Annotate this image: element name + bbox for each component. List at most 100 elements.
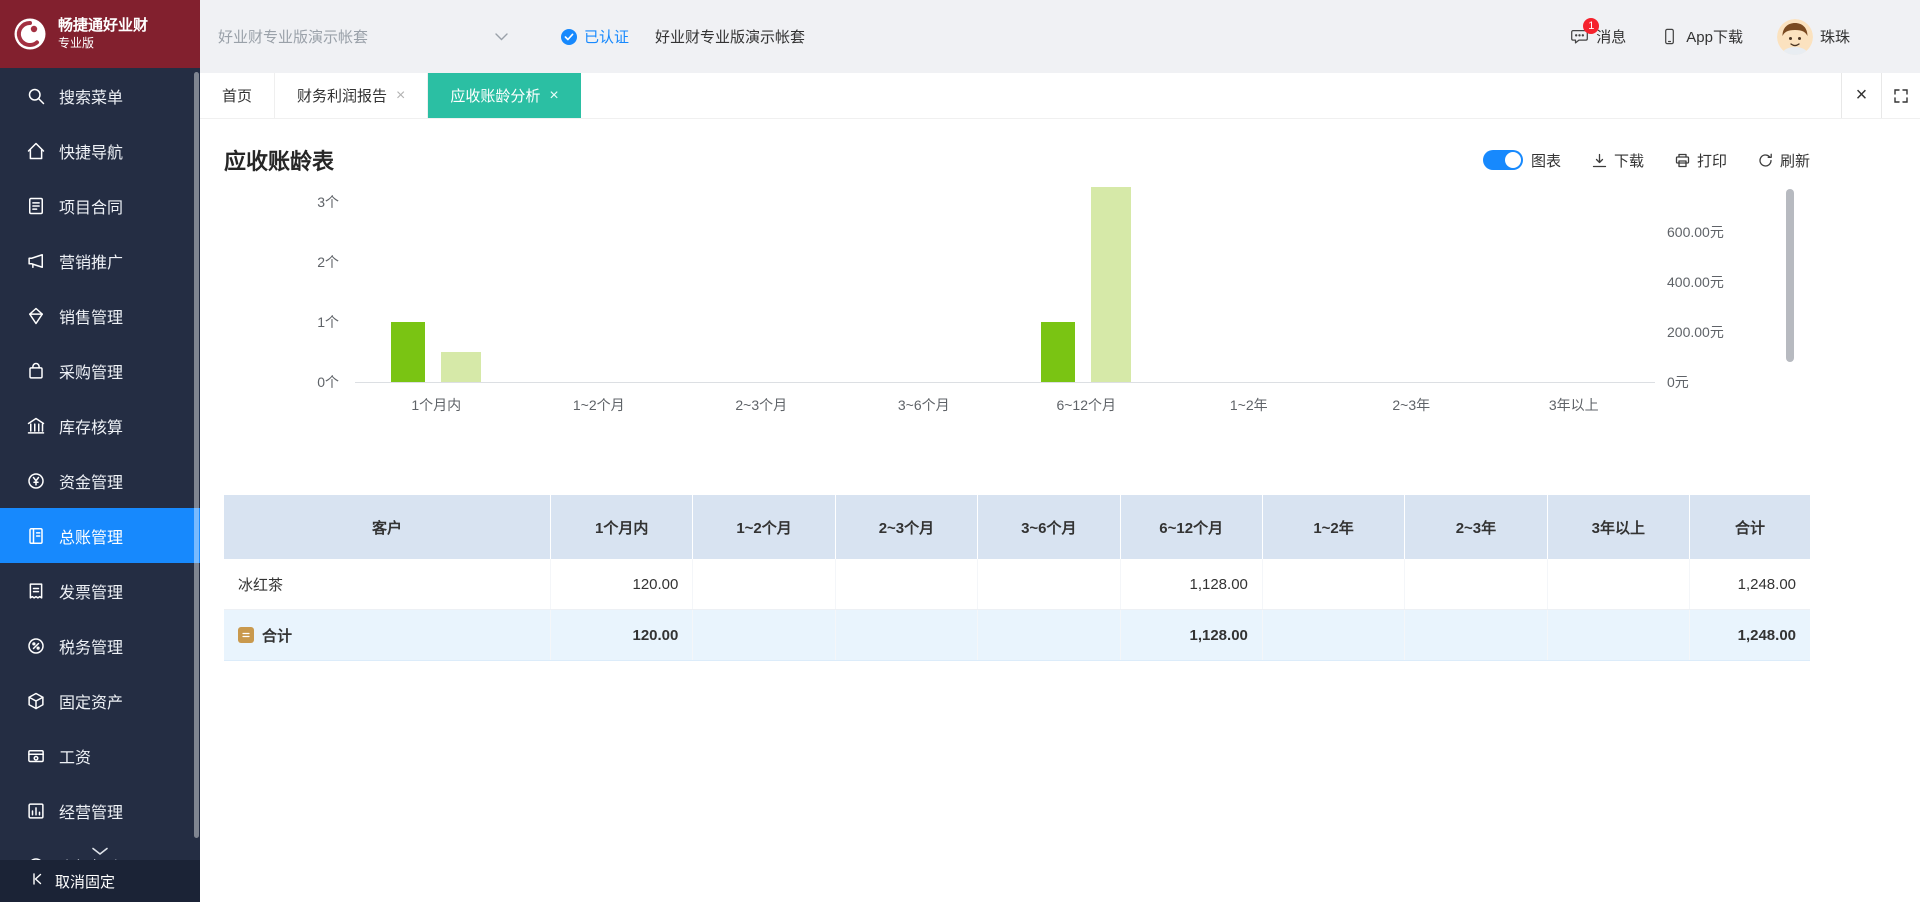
column-header: 2~3个月 xyxy=(836,495,979,559)
messages-button[interactable]: 1 消息 xyxy=(1570,18,1626,47)
verified-icon xyxy=(561,28,577,45)
chart-bar-group xyxy=(355,187,518,382)
left-axis-tick: 0个 xyxy=(317,374,339,390)
tab-close-icon[interactable]: × xyxy=(549,87,558,104)
tab-close-icon[interactable]: × xyxy=(396,87,405,104)
message-icon: 1 xyxy=(1570,18,1600,46)
column-header: 2~3年 xyxy=(1405,495,1548,559)
tabbar: 首页 财务利润报告 × 应收账龄分析 × × xyxy=(200,73,1920,119)
sidebar-item-general-ledger[interactable]: 总账管理 xyxy=(0,508,200,563)
phone-icon xyxy=(1665,28,1675,45)
warehouse-icon xyxy=(26,416,46,436)
chart-bar-group xyxy=(843,187,1006,382)
sidebar-item-quick-nav[interactable]: 快捷导航 xyxy=(0,123,200,178)
right-axis-tick: 600.00元 xyxy=(1667,224,1724,240)
download-button[interactable]: 下载 xyxy=(1591,150,1644,171)
chart-plot xyxy=(355,187,1655,383)
sidebar-item-invoice-mgmt[interactable]: 发票管理 xyxy=(0,563,200,618)
table-total-row: 合计 120.00 1,128.00 1,248.00 xyxy=(224,610,1810,661)
page-header: 应收账龄表 图表 下载 打印 刷新 xyxy=(224,135,1810,185)
brand: 畅捷通好业财 专业版 xyxy=(0,0,200,68)
customer-cell: 冰红茶 xyxy=(224,559,551,609)
user-menu[interactable]: 珠珠 xyxy=(1776,18,1850,55)
x-axis-label: 3~6个月 xyxy=(897,397,950,413)
verified-badge: 已认证 xyxy=(560,26,629,47)
brand-edition: 专业版 xyxy=(58,35,95,50)
fullscreen-button[interactable] xyxy=(1881,73,1920,118)
aging-table: 客户 1个月内 1~2个月 2~3个月 3~6个月 6~12个月 1~2年 2~… xyxy=(224,495,1810,661)
left-axis-tick: 2个 xyxy=(317,254,339,270)
page-title: 应收账龄表 xyxy=(224,149,335,174)
bag-icon xyxy=(26,361,46,381)
sidebar-item-sales-mgmt[interactable]: 销售管理 xyxy=(0,288,200,343)
toggle-switch-icon[interactable] xyxy=(1482,150,1523,170)
printer-icon xyxy=(1675,153,1690,167)
column-header: 3年以上 xyxy=(1548,495,1690,559)
tabbar-controls: × xyxy=(1841,73,1920,118)
x-axis-label: 6~12个月 xyxy=(1056,397,1117,413)
chart-toggle[interactable]: 图表 xyxy=(1482,150,1561,171)
sidebar-item-business-mgmt[interactable]: 经营管理 xyxy=(0,783,200,838)
left-axis: 0个 1个 2个 3个 xyxy=(224,187,355,390)
aging-chart: 0个 1个 2个 3个 0元 200.00元 400.00元 600.00元 1个月内 1~2… xyxy=(224,187,1810,415)
sidebar-item-project-contract[interactable]: 项目合同 xyxy=(0,178,200,233)
account-dropdown[interactable]: 好业财专业版演示帐套 xyxy=(218,26,508,47)
x-axis-label: 1~2年 xyxy=(1229,397,1268,413)
column-header: 3~6个月 xyxy=(978,495,1121,559)
toolbar: 图表 下载 打印 刷新 xyxy=(1482,150,1810,171)
x-axis-label: 3年以上 xyxy=(1548,397,1599,413)
megaphone-icon xyxy=(26,251,46,271)
menu-scroll-down-icon[interactable] xyxy=(0,847,200,856)
x-axis-label: 1~2个月 xyxy=(572,397,625,413)
refresh-button[interactable]: 刷新 xyxy=(1757,150,1810,171)
account-title: 好业财专业版演示帐套 xyxy=(655,29,806,46)
column-header: 1~2个月 xyxy=(693,495,836,559)
chart-x-labels: 1个月内 1~2个月 2~3个月 3~6个月 6~12个月 1~2年 2~3年 3年以上 xyxy=(355,383,1655,415)
column-header: 1~2年 xyxy=(1263,495,1406,559)
x-axis-label: 1个月内 xyxy=(411,397,462,413)
right-axis-tick: 400.00元 xyxy=(1667,274,1724,290)
contract-icon xyxy=(26,196,46,216)
sidebar-item-inventory-accounting[interactable]: 库存核算 xyxy=(0,398,200,453)
table-header-row: 客户 1个月内 1~2个月 2~3个月 3~6个月 6~12个月 1~2年 2~… xyxy=(224,495,1810,559)
refresh-icon xyxy=(1759,153,1772,167)
close-tabs-button[interactable]: × xyxy=(1842,73,1881,118)
sidebar-item-marketing[interactable]: 营销推广 xyxy=(0,233,200,288)
chart-bar-group xyxy=(1493,187,1656,382)
home-icon xyxy=(26,141,46,161)
column-header: 1个月内 xyxy=(551,495,694,559)
x-axis-label: 2~3个月 xyxy=(735,397,788,413)
left-axis-tick: 3个 xyxy=(317,194,339,210)
print-button[interactable]: 打印 xyxy=(1674,150,1727,171)
left-axis-tick: 1个 xyxy=(317,314,339,330)
sidebar-scrollbar[interactable] xyxy=(194,72,199,838)
amount-bar xyxy=(441,352,482,382)
topbar: 好业财专业版演示帐套 已认证 好业财专业版演示帐套 1 消息 App下载 珠珠 xyxy=(200,0,1920,73)
tab-aging-analysis[interactable]: 应收账龄分析 × xyxy=(427,73,581,118)
column-header: 客户 xyxy=(224,495,551,559)
tab-home[interactable]: 首页 xyxy=(200,73,274,118)
app-window: 畅捷通好业财 专业版 搜索菜单 快捷导航 项目合同 营销推广 销售管理 采购管理… xyxy=(0,0,1920,902)
sidebar-item-payroll[interactable]: 工资 xyxy=(0,728,200,783)
amount-bar xyxy=(1091,187,1132,382)
right-axis-tick: 0元 xyxy=(1667,374,1689,390)
tab-profit-report[interactable]: 财务利润报告 × xyxy=(274,73,427,118)
total-label: 合计 xyxy=(262,627,293,645)
sidebar-item-tax-mgmt[interactable]: 税务管理 xyxy=(0,618,200,673)
content: 应收账龄表 图表 下载 打印 刷新 0个 1个 2个 3个 0元 200.00元… xyxy=(200,119,1920,902)
avatar xyxy=(1776,18,1813,55)
sidebar-item-search-menu[interactable]: 搜索菜单 xyxy=(0,68,200,123)
total-icon xyxy=(238,627,254,643)
table-row: 冰红茶 120.00 1,128.00 1,248.00 xyxy=(224,559,1810,610)
unpin-icon xyxy=(30,871,46,891)
coin-icon xyxy=(26,471,46,491)
sidebar-item-fixed-assets[interactable]: 固定资产 xyxy=(0,673,200,728)
card-icon xyxy=(26,746,46,766)
sidebar-item-funds-mgmt[interactable]: 资金管理 xyxy=(0,453,200,508)
unpin-button[interactable]: 取消固定 xyxy=(0,860,200,902)
content-scrollbar[interactable] xyxy=(1786,189,1794,362)
brand-name: 畅捷通好业财 xyxy=(58,17,149,35)
app-download-button[interactable]: App下载 xyxy=(1660,26,1743,47)
sidebar-item-purchase-mgmt[interactable]: 采购管理 xyxy=(0,343,200,398)
cube-icon xyxy=(26,691,46,711)
